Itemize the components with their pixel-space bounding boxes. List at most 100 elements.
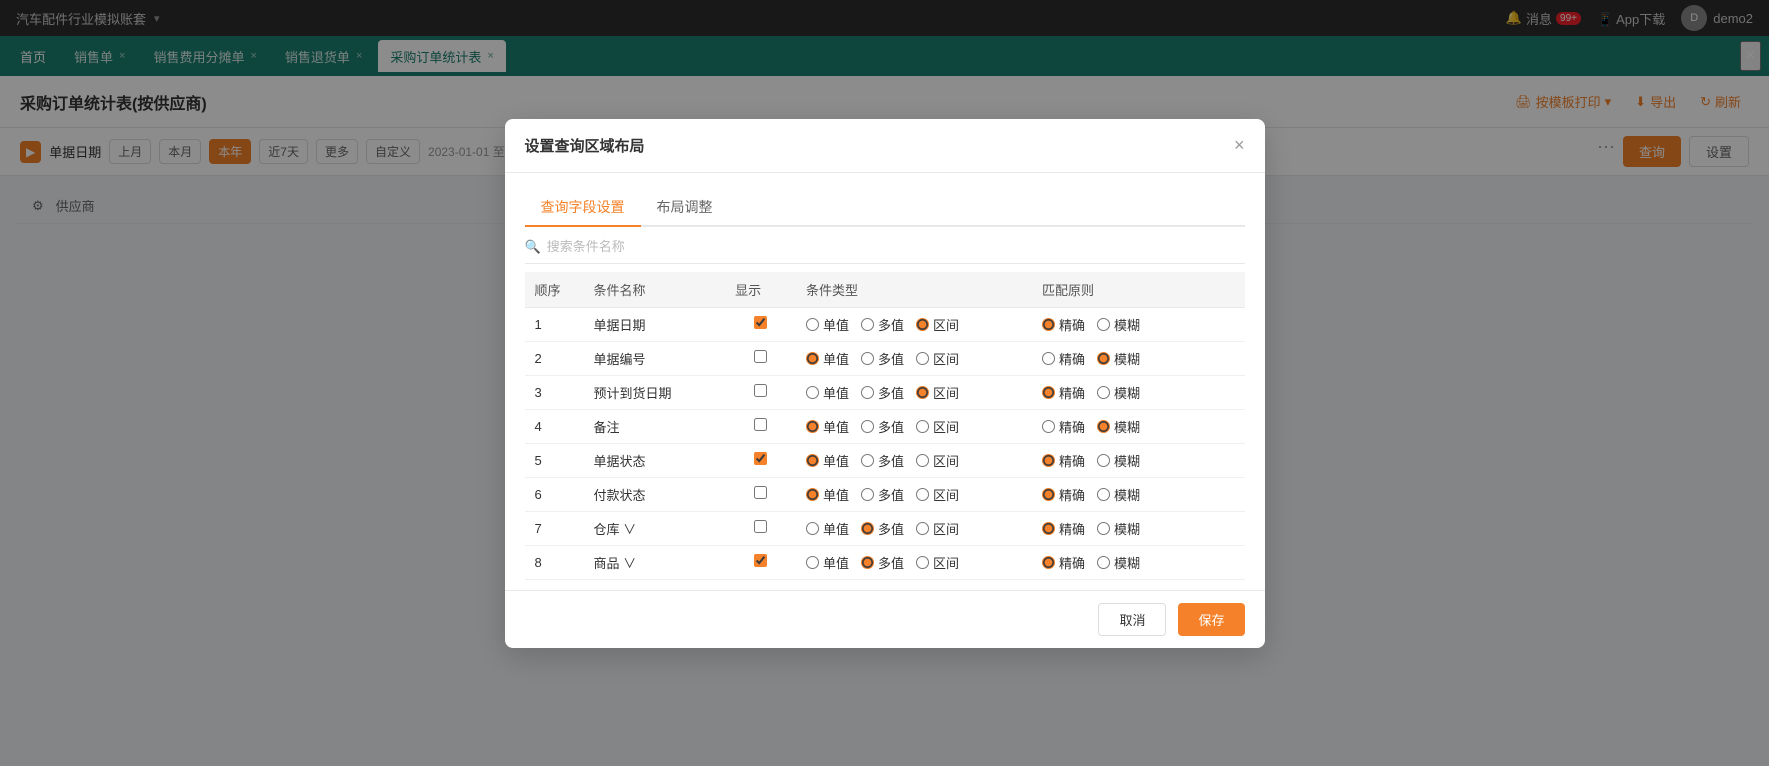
dialog-tabs: 查询字段设置 布局调整 xyxy=(525,189,1245,227)
type-option-单值-7[interactable]: 单值 xyxy=(806,553,849,572)
cancel-button[interactable]: 取消 xyxy=(1098,603,1166,636)
match-option-精确-6[interactable]: 精确 xyxy=(1042,519,1085,538)
type-option-区间-3[interactable]: 区间 xyxy=(916,417,959,436)
type-option-区间-7[interactable]: 区间 xyxy=(916,553,959,572)
display-checkbox-6[interactable] xyxy=(754,520,767,533)
type-option-区间-1[interactable]: 区间 xyxy=(916,349,959,368)
match-radio-精确-1[interactable] xyxy=(1042,352,1055,365)
type-radio-单值-6[interactable] xyxy=(806,522,819,535)
type-option-单值-1[interactable]: 单值 xyxy=(806,349,849,368)
match-radio-精确-4[interactable] xyxy=(1042,454,1055,467)
type-radio-多值-5[interactable] xyxy=(861,488,874,501)
display-checkbox-4[interactable] xyxy=(754,452,767,465)
match-option-模糊-1[interactable]: 模糊 xyxy=(1097,349,1140,368)
match-radio-模糊-5[interactable] xyxy=(1097,488,1110,501)
match-option-精确-1[interactable]: 精确 xyxy=(1042,349,1085,368)
match-option-精确-3[interactable]: 精确 xyxy=(1042,417,1085,436)
match-radio-模糊-6[interactable] xyxy=(1097,522,1110,535)
type-option-多值-0[interactable]: 多值 xyxy=(861,315,904,334)
match-radio-精确-6[interactable] xyxy=(1042,522,1055,535)
row-name-7: 商品 ∨ xyxy=(584,545,726,579)
type-radio-区间-2[interactable] xyxy=(916,386,929,399)
type-radio-区间-7[interactable] xyxy=(916,556,929,569)
type-option-单值-4[interactable]: 单值 xyxy=(806,451,849,470)
type-radio-区间-4[interactable] xyxy=(916,454,929,467)
type-option-区间-0[interactable]: 区间 xyxy=(916,315,959,334)
row-display-8 xyxy=(725,579,796,582)
type-option-多值-6[interactable]: 多值 xyxy=(861,519,904,538)
type-radio-单值-5[interactable] xyxy=(806,488,819,501)
type-option-单值-2[interactable]: 单值 xyxy=(806,383,849,402)
type-radio-多值-1[interactable] xyxy=(861,352,874,365)
type-radio-多值-6[interactable] xyxy=(861,522,874,535)
dialog-close-button[interactable]: × xyxy=(1234,135,1245,156)
display-checkbox-7[interactable] xyxy=(754,554,767,567)
type-radio-区间-6[interactable] xyxy=(916,522,929,535)
match-option-模糊-3[interactable]: 模糊 xyxy=(1097,417,1140,436)
tab-query-fields[interactable]: 查询字段设置 xyxy=(525,189,641,227)
type-option-区间-6[interactable]: 区间 xyxy=(916,519,959,538)
display-checkbox-3[interactable] xyxy=(754,418,767,431)
type-radio-单值-7[interactable] xyxy=(806,556,819,569)
match-radio-模糊-7[interactable] xyxy=(1097,556,1110,569)
display-checkbox-5[interactable] xyxy=(754,486,767,499)
type-radio-单值-3[interactable] xyxy=(806,420,819,433)
display-checkbox-0[interactable] xyxy=(754,316,767,329)
type-radio-多值-3[interactable] xyxy=(861,420,874,433)
display-checkbox-1[interactable] xyxy=(754,350,767,363)
type-radio-区间-5[interactable] xyxy=(916,488,929,501)
type-option-单值-3[interactable]: 单值 xyxy=(806,417,849,436)
display-checkbox-2[interactable] xyxy=(754,384,767,397)
match-option-模糊-2[interactable]: 模糊 xyxy=(1097,383,1140,402)
match-radio-模糊-3[interactable] xyxy=(1097,420,1110,433)
match-option-精确-0[interactable]: 精确 xyxy=(1042,315,1085,334)
match-option-精确-5[interactable]: 精确 xyxy=(1042,485,1085,504)
match-radio-精确-3[interactable] xyxy=(1042,420,1055,433)
match-radio-精确-2[interactable] xyxy=(1042,386,1055,399)
type-option-区间-4[interactable]: 区间 xyxy=(916,451,959,470)
type-radio-区间-1[interactable] xyxy=(916,352,929,365)
type-radio-单值-0[interactable] xyxy=(806,318,819,331)
type-radio-多值-2[interactable] xyxy=(861,386,874,399)
match-radio-模糊-1[interactable] xyxy=(1097,352,1110,365)
type-radio-单值-4[interactable] xyxy=(806,454,819,467)
type-option-单值-5[interactable]: 单值 xyxy=(806,485,849,504)
match-radio-精确-5[interactable] xyxy=(1042,488,1055,501)
match-option-精确-4[interactable]: 精确 xyxy=(1042,451,1085,470)
match-option-精确-7[interactable]: 精确 xyxy=(1042,553,1085,572)
type-option-区间-2[interactable]: 区间 xyxy=(916,383,959,402)
th-name: 条件名称 xyxy=(584,272,726,308)
match-option-模糊-0[interactable]: 模糊 xyxy=(1097,315,1140,334)
type-radio-单值-1[interactable] xyxy=(806,352,819,365)
type-radio-多值-4[interactable] xyxy=(861,454,874,467)
match-option-模糊-4[interactable]: 模糊 xyxy=(1097,451,1140,470)
type-radio-多值-0[interactable] xyxy=(861,318,874,331)
match-radio-模糊-4[interactable] xyxy=(1097,454,1110,467)
type-option-多值-4[interactable]: 多值 xyxy=(861,451,904,470)
match-option-模糊-6[interactable]: 模糊 xyxy=(1097,519,1140,538)
type-option-多值-5[interactable]: 多值 xyxy=(861,485,904,504)
match-radio-精确-0[interactable] xyxy=(1042,318,1055,331)
search-input[interactable] xyxy=(547,239,747,254)
type-radio-单值-2[interactable] xyxy=(806,386,819,399)
match-radio-模糊-2[interactable] xyxy=(1097,386,1110,399)
tab-layout-adjust[interactable]: 布局调整 xyxy=(641,189,729,227)
type-option-多值-1[interactable]: 多值 xyxy=(861,349,904,368)
save-button[interactable]: 保存 xyxy=(1178,603,1244,636)
match-option-模糊-5[interactable]: 模糊 xyxy=(1097,485,1140,504)
match-radio-模糊-0[interactable] xyxy=(1097,318,1110,331)
type-option-单值-0[interactable]: 单值 xyxy=(806,315,849,334)
row-order-8: 9 xyxy=(525,579,584,582)
match-radio-精确-7[interactable] xyxy=(1042,556,1055,569)
type-radio-多值-7[interactable] xyxy=(861,556,874,569)
match-option-模糊-7[interactable]: 模糊 xyxy=(1097,553,1140,572)
type-option-多值-3[interactable]: 多值 xyxy=(861,417,904,436)
type-option-多值-7[interactable]: 多值 xyxy=(861,553,904,572)
match-option-精确-2[interactable]: 精确 xyxy=(1042,383,1085,402)
type-option-单值-6[interactable]: 单值 xyxy=(806,519,849,538)
dialog-footer: 取消 保存 xyxy=(505,590,1265,648)
type-radio-区间-3[interactable] xyxy=(916,420,929,433)
type-radio-区间-0[interactable] xyxy=(916,318,929,331)
type-option-多值-2[interactable]: 多值 xyxy=(861,383,904,402)
type-option-区间-5[interactable]: 区间 xyxy=(916,485,959,504)
